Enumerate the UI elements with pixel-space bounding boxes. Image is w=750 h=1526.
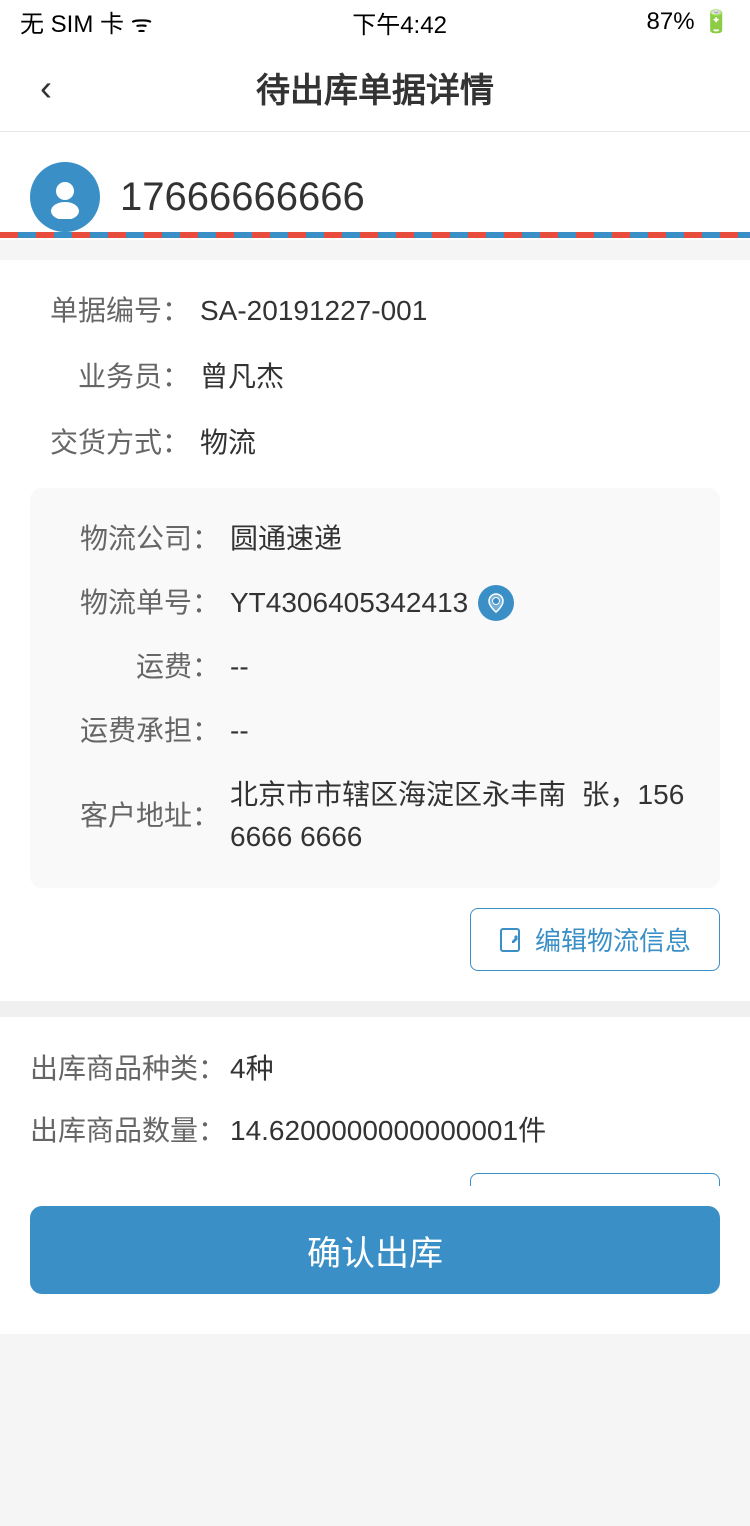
- back-button[interactable]: ‹: [30, 57, 62, 119]
- freight-bear-row: 运费承担： --: [60, 710, 690, 752]
- page-title: 待出库单据详情: [256, 63, 494, 112]
- edit-logistics-button[interactable]: 编辑物流信息: [470, 908, 720, 971]
- dashed-divider: [0, 232, 750, 240]
- user-section: 17666666666: [0, 132, 750, 232]
- logistics-company-label: 物流公司：: [60, 518, 220, 560]
- logistics-tracking-value: YT43064053424​13: [220, 582, 690, 624]
- staff-label: 业务员：: [30, 356, 190, 398]
- avatar: [30, 162, 100, 232]
- goods-quantity-row: 出库商品数量： 14.6200000000000001件: [30, 1109, 720, 1149]
- logistics-card: 物流公司： 圆通速递 物流单号： YT43064053424​13 运费： --: [30, 488, 720, 888]
- goods-type-value: 4种: [230, 1047, 720, 1087]
- edit-btn-row: 编辑物流信息: [30, 908, 720, 971]
- nav-bar: ‹ 待出库单据详情: [0, 44, 750, 132]
- goods-quantity-value: 14.6200000000000001件: [230, 1109, 720, 1149]
- order-id-label: 单据编号：: [30, 290, 190, 332]
- logistics-tracking-row: 物流单号： YT43064053424​13: [60, 582, 690, 624]
- address-row: 客户地址： 北京市市辖区海淀区永丰南 张，156 6666 6666: [60, 774, 690, 858]
- address-label: 客户地址：: [60, 795, 220, 837]
- freight-label: 运费：: [60, 646, 220, 688]
- delivery-label: 交货方式：: [30, 422, 190, 464]
- status-bar: 无 SIM 卡 ᯤ 下午4:42 87% 🔋: [0, 0, 750, 44]
- goods-type-label: 出库商品种类：: [30, 1047, 230, 1087]
- confirm-btn-wrap: 确认出库: [0, 1186, 750, 1334]
- order-info-section: 单据编号： SA-20191227-001 业务员： 曾凡杰 交货方式： 物流 …: [0, 260, 750, 1001]
- status-right: 87% 🔋: [647, 8, 730, 36]
- edit-icon: [499, 927, 525, 953]
- address-value: 北京市市辖区海淀区永丰南 张，156 6666 6666: [220, 774, 690, 858]
- order-id-row: 单据编号： SA-20191227-001: [30, 290, 720, 332]
- freight-value: --: [220, 646, 690, 688]
- delivery-row: 交货方式： 物流: [30, 422, 720, 464]
- delivery-value: 物流: [190, 422, 720, 464]
- location-icon[interactable]: [478, 585, 514, 621]
- goods-type-row: 出库商品种类： 4种: [30, 1047, 720, 1087]
- sim-wifi-text: 无 SIM 卡 ᯤ: [20, 4, 153, 40]
- status-left: 无 SIM 卡 ᯤ: [20, 4, 153, 40]
- freight-bear-value: --: [220, 710, 690, 752]
- confirm-outbound-button[interactable]: 确认出库: [30, 1206, 720, 1294]
- person-icon: [43, 175, 87, 219]
- battery-text: 87%: [647, 8, 695, 36]
- user-phone: 17666666666: [120, 175, 365, 220]
- freight-row: 运费： --: [60, 646, 690, 688]
- staff-value: 曾凡杰: [190, 356, 720, 398]
- freight-bear-label: 运费承担：: [60, 710, 220, 752]
- order-id-value: SA-20191227-001: [190, 290, 720, 332]
- logistics-company-row: 物流公司： 圆通速递: [60, 518, 690, 560]
- goods-quantity-label: 出库商品数量：: [30, 1109, 230, 1149]
- staff-row: 业务员： 曾凡杰: [30, 356, 720, 398]
- battery-icon: 🔋: [703, 9, 730, 35]
- status-time: 下午4:42: [352, 5, 447, 40]
- logistics-tracking-label: 物流单号：: [60, 582, 220, 624]
- section-divider: [0, 1001, 750, 1017]
- logistics-company-value: 圆通速递: [220, 518, 690, 560]
